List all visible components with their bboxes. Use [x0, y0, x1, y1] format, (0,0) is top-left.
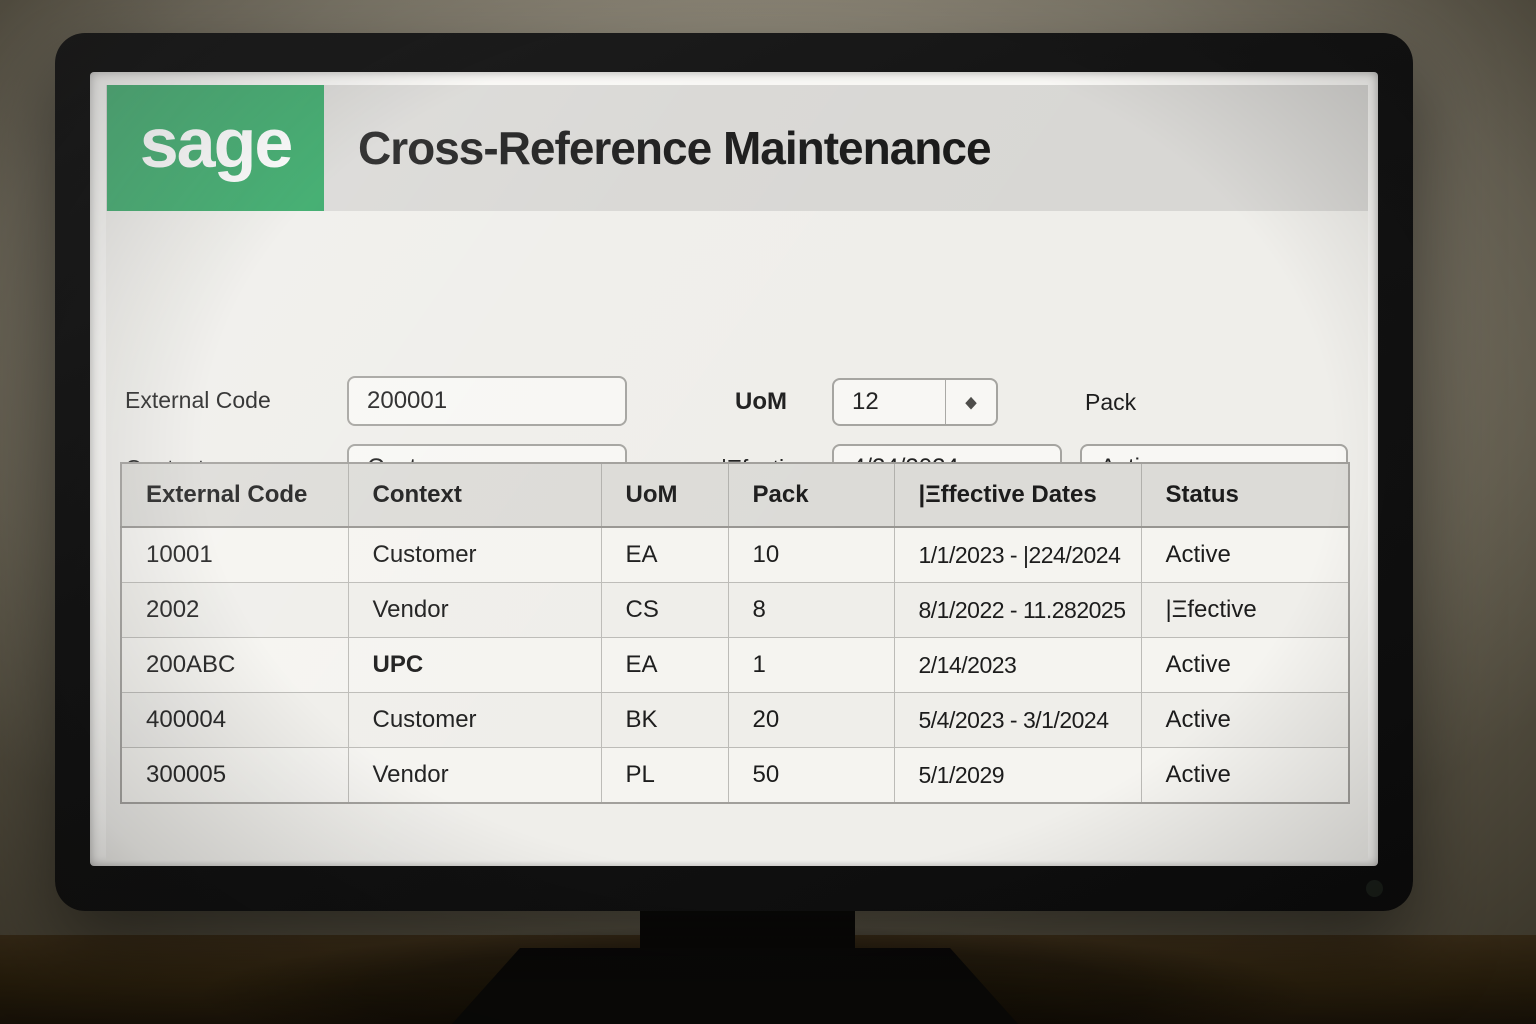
external-code-label: External Code — [125, 387, 271, 413]
page-title: Cross-Reference Maintenance — [358, 122, 992, 174]
uom-label: UoM — [735, 388, 787, 415]
table-row[interactable]: 200ABC UPC EA 1 2/14/2023 Active — [120, 637, 1350, 693]
cell-external-code: 10001 — [120, 526, 349, 583]
cell-effective-dates: 5/4/2023 - 3/1/2024 — [893, 692, 1142, 748]
cell-status: Active — [1140, 637, 1350, 693]
app-header: sage Cross-Reference Maintenance — [106, 85, 1368, 211]
cell-pack: 50 — [727, 747, 895, 804]
app-window: sage Cross-Reference Maintenance Externa… — [106, 85, 1368, 860]
cross-reference-table: External Code Context UoM Pack |Ξffectiv… — [120, 462, 1350, 804]
cell-effective-dates: 8/1/2022 - 11.282025 — [893, 582, 1142, 638]
cell-uom: CS — [600, 582, 729, 638]
photo-scene: sage Cross-Reference Maintenance Externa… — [0, 0, 1536, 1024]
cell-context: Vendor — [347, 582, 602, 638]
cell-pack: 1 — [727, 637, 895, 693]
cell-status: Active — [1140, 692, 1350, 748]
cell-uom: PL — [600, 747, 729, 804]
cell-context: Customer — [347, 526, 602, 583]
cell-external-code: 2002 — [120, 582, 349, 638]
table-row[interactable]: 2002 Vendor CS 8 8/1/2022 - 11.282025 |Ξ… — [120, 582, 1350, 638]
sage-logo: sage — [107, 85, 324, 211]
cell-pack: 20 — [727, 692, 895, 748]
cell-status: Active — [1140, 747, 1350, 804]
pack-label: Pack — [1085, 389, 1137, 415]
monitor-bezel: sage Cross-Reference Maintenance Externa… — [55, 33, 1413, 911]
cell-uom: EA — [600, 637, 729, 693]
cell-context: Vendor — [347, 747, 602, 804]
column-header-context: Context — [347, 462, 602, 528]
power-button[interactable] — [1366, 880, 1383, 897]
table-row[interactable]: 400004 Customer BK 20 5/4/2023 - 3/1/202… — [120, 692, 1350, 748]
column-header-status: Status — [1140, 462, 1350, 528]
table-header-row: External Code Context UoM Pack |Ξffectiv… — [120, 462, 1350, 528]
cell-status: |Ξfective — [1140, 582, 1350, 638]
external-code-input[interactable] — [347, 376, 627, 426]
form-area: External Code Context Customer ▼ DoM /02… — [106, 211, 1368, 559]
table-row[interactable]: 10001 Customer EA 10 1/1/2023 - |224/202… — [120, 526, 1350, 583]
cell-effective-dates: 2/14/2023 — [893, 637, 1142, 693]
column-header-pack: Pack — [727, 462, 895, 528]
screen: sage Cross-Reference Maintenance Externa… — [90, 72, 1378, 866]
column-header-uom: UoM — [600, 462, 729, 528]
cell-pack: 8 — [727, 582, 895, 638]
diamond-spinner-icon: ◆ — [965, 393, 977, 412]
cell-external-code: 300005 — [120, 747, 349, 804]
cell-context: Customer — [347, 692, 602, 748]
cell-external-code: 200ABC — [120, 637, 349, 693]
cell-context: UPC — [347, 637, 602, 693]
column-header-external-code: External Code — [120, 462, 349, 528]
cell-effective-dates: 5/1/2029 — [893, 747, 1142, 804]
uom-stepper[interactable]: 12 ◆ — [832, 378, 998, 426]
cell-pack: 10 — [727, 526, 895, 583]
column-header-effective-dates: |Ξffective Dates — [893, 462, 1142, 528]
cell-status: Active — [1140, 526, 1350, 583]
monitor-stand-base — [452, 948, 1018, 1024]
cell-uom: EA — [600, 526, 729, 583]
cell-uom: BK — [600, 692, 729, 748]
sage-logo-text: sage — [139, 104, 294, 182]
table-row[interactable]: 300005 Vendor PL 50 5/1/2029 Active — [120, 747, 1350, 804]
uom-spinner-button[interactable]: ◆ — [945, 380, 996, 424]
cell-effective-dates: 1/1/2023 - |224/2024 — [893, 526, 1142, 583]
cell-external-code: 400004 — [120, 692, 349, 748]
